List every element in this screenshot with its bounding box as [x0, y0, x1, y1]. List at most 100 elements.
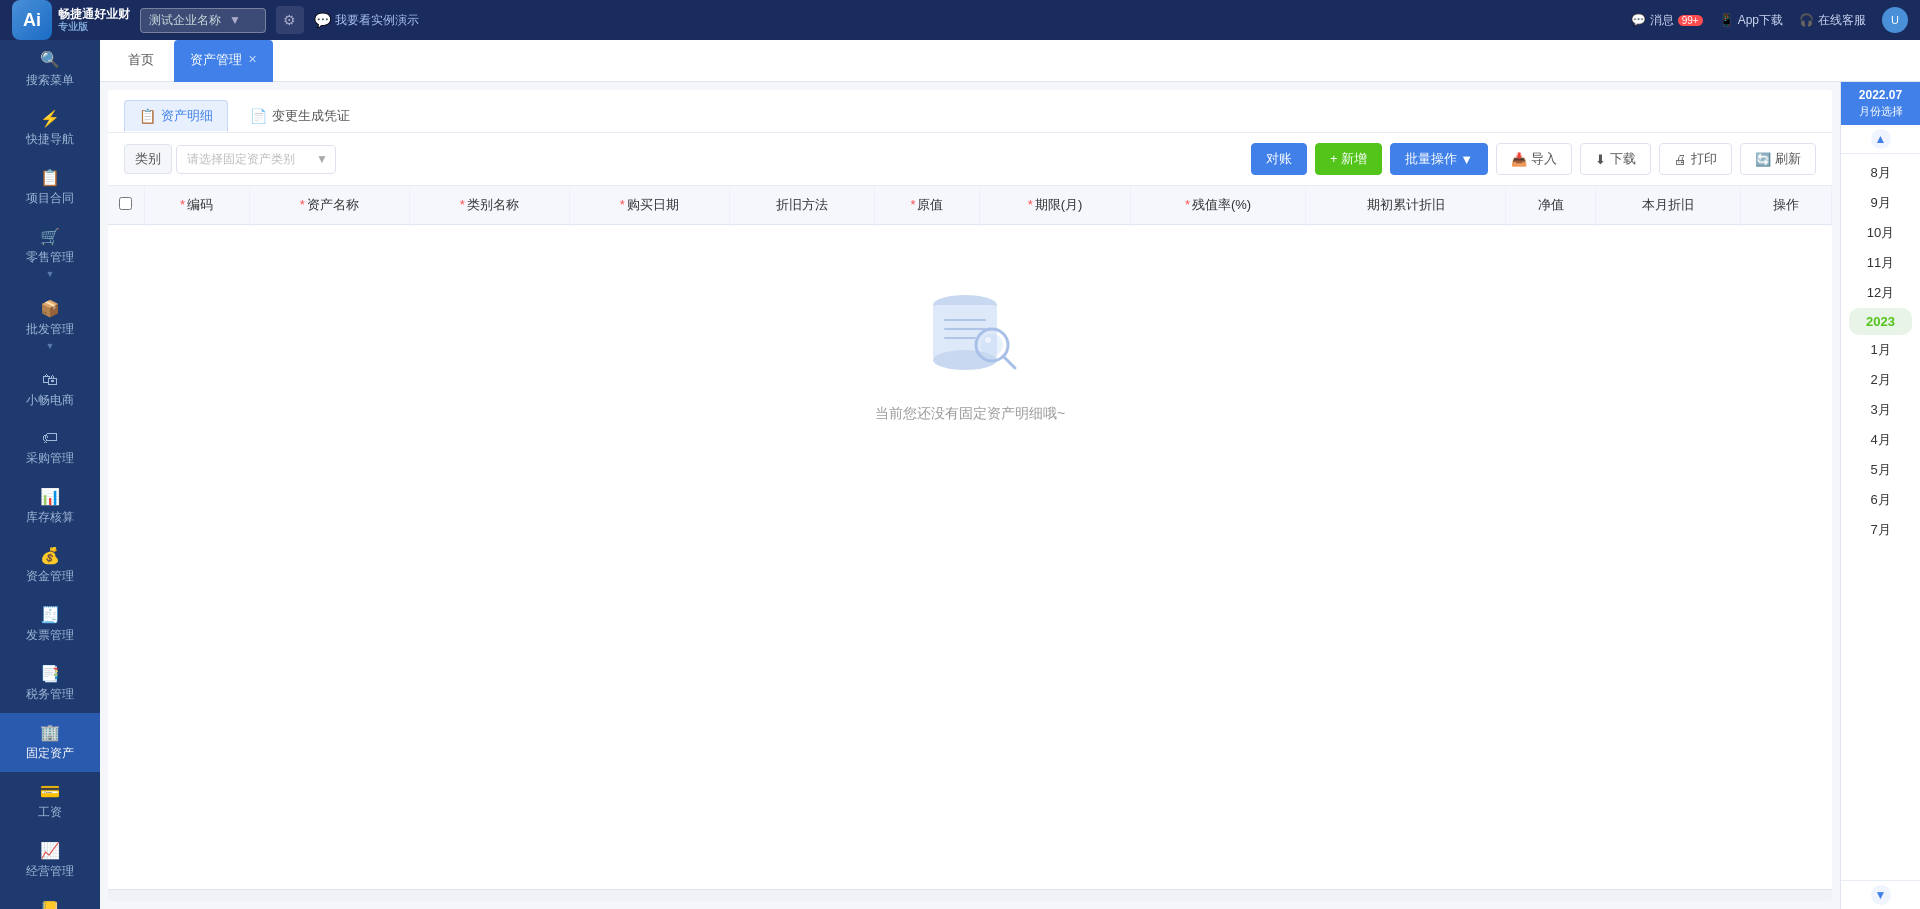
month-selector-header: 2022.07 月份选择 [1841, 82, 1920, 125]
app-download-btn[interactable]: 📱 App下载 [1719, 12, 1783, 29]
page-content: 📋 资产明细 📄 变更生成凭证 类别 请选择固定资产类别 [100, 82, 1920, 909]
quick-nav-icon: ⚡ [40, 109, 60, 128]
sub-tab-change-voucher[interactable]: 📄 变更生成凭证 [236, 101, 364, 131]
sidebar-item-inventory[interactable]: 📊 库存核算 [0, 477, 100, 536]
sidebar-label-payroll: 工资 [38, 804, 62, 821]
sidebar-item-ledger[interactable]: 📒 总账管理 [0, 890, 100, 909]
month-item[interactable]: 10月 [1841, 218, 1920, 248]
table-header-row: *编码 *资产名称 *类别名称 *购买日期 折旧方法 *原值 *期限(月) *残… [108, 186, 1832, 225]
inventory-icon: 📊 [40, 487, 60, 506]
import-button[interactable]: 📥 导入 [1496, 143, 1572, 175]
batch-ops-button[interactable]: 批量操作 ▼ [1390, 143, 1488, 175]
month-item[interactable]: 2月 [1841, 365, 1920, 395]
sidebar-label-wholesale: 批发管理 [26, 321, 74, 338]
col-depr-method: 折旧方法 [729, 186, 874, 225]
sidebar-item-ecommerce[interactable]: 🛍 小畅电商 [0, 361, 100, 419]
sidebar-item-project[interactable]: 📋 项目合同 [0, 158, 100, 217]
phone-icon: 📱 [1719, 13, 1734, 27]
sidebar: 🔍 搜索菜单 ⚡ 快捷导航 📋 项目合同 🛒 零售管理 ▼ 📦 批发管理 ▼ 🛍… [0, 40, 100, 909]
sidebar-item-tax[interactable]: 📑 税务管理 [0, 654, 100, 713]
online-service-btn[interactable]: 🎧 在线客服 [1799, 12, 1866, 29]
demo-link[interactable]: 💬 我要看实例演示 [314, 12, 419, 29]
add-button[interactable]: + 新增 [1315, 143, 1382, 175]
app-logo-icon: Ai [12, 0, 52, 40]
brand: Ai 畅捷通好业财 专业版 [12, 0, 130, 40]
sidebar-label-finance: 资金管理 [26, 568, 74, 585]
month-item[interactable]: 5月 [1841, 455, 1920, 485]
download-button[interactable]: ⬇ 下载 [1580, 143, 1651, 175]
company-selector[interactable]: 测试企业名称 ▼ [140, 8, 266, 33]
month-item[interactable]: 9月 [1841, 188, 1920, 218]
empty-state: 当前您还没有固定资产明细哦~ [108, 225, 1832, 483]
fixed-assets-icon: 🏢 [40, 723, 60, 742]
purchase-icon: 🏷 [42, 429, 58, 447]
month-item[interactable]: 11月 [1841, 248, 1920, 278]
tax-icon: 📑 [40, 664, 60, 683]
sidebar-item-finance[interactable]: 💰 资金管理 [0, 536, 100, 595]
col-accum-depr: 期初累计折旧 [1306, 186, 1506, 225]
company-name: 测试企业名称 [149, 12, 221, 29]
category-label: 类别 [124, 144, 172, 174]
wholesale-icon: 📦 [40, 299, 60, 318]
reconcile-button[interactable]: 对账 [1251, 143, 1307, 175]
table-header: *编码 *资产名称 *类别名称 *购买日期 折旧方法 *原值 *期限(月) *残… [108, 186, 1832, 225]
sidebar-label-invoice: 发票管理 [26, 627, 74, 644]
ecommerce-icon: 🛍 [42, 371, 58, 389]
tab-asset-mgmt[interactable]: 资产管理 ✕ [174, 40, 273, 82]
sidebar-label-retail: 零售管理 [26, 249, 74, 266]
print-icon: 🖨 [1674, 152, 1687, 167]
month-item[interactable]: 12月 [1841, 278, 1920, 308]
settings-icon[interactable]: ⚙ [276, 6, 304, 34]
project-icon: 📋 [40, 168, 60, 187]
sub-tab-asset-detail[interactable]: 📋 资产明细 [124, 100, 228, 132]
toolbar-right: 对账 + 新增 批量操作 ▼ 📥 导入 [1251, 143, 1816, 175]
tabs-bar: 首页 资产管理 ✕ [100, 40, 1920, 82]
category-input[interactable]: 请选择固定资产类别 [176, 145, 336, 174]
sidebar-label-search: 搜索菜单 [26, 72, 74, 89]
refresh-button[interactable]: 🔄 刷新 [1740, 143, 1816, 175]
tab-label-asset-mgmt: 资产管理 [190, 51, 242, 69]
retail-icon: 🛒 [40, 227, 60, 246]
empty-text: 当前您还没有固定资产明细哦~ [875, 405, 1065, 423]
sidebar-item-invoice[interactable]: 🧾 发票管理 [0, 595, 100, 654]
month-item[interactable]: 8月 [1841, 158, 1920, 188]
select-all-checkbox[interactable] [119, 197, 132, 210]
finance-icon: 💰 [40, 546, 60, 565]
sidebar-item-quick-nav[interactable]: ⚡ 快捷导航 [0, 99, 100, 158]
month-item[interactable]: 3月 [1841, 395, 1920, 425]
table-container[interactable]: *编码 *资产名称 *类别名称 *购买日期 折旧方法 *原值 *期限(月) *残… [108, 186, 1832, 889]
download-icon: ⬇ [1595, 152, 1606, 167]
month-item[interactable]: 6月 [1841, 485, 1920, 515]
sidebar-item-purchase[interactable]: 🏷 采购管理 [0, 419, 100, 477]
svg-point-7 [981, 334, 1003, 356]
month-selector-panel: 2022.07 月份选择 ▲ 8月9月10月11月12月20231月2月3月4月… [1840, 82, 1920, 909]
invoice-icon: 🧾 [40, 605, 60, 624]
tab-home[interactable]: 首页 [112, 40, 170, 82]
sidebar-item-payroll[interactable]: 💳 工资 [0, 772, 100, 831]
assets-table: *编码 *资产名称 *类别名称 *购买日期 折旧方法 *原值 *期限(月) *残… [108, 186, 1832, 225]
operations-icon: 📈 [40, 841, 60, 860]
sidebar-item-fixed-assets[interactable]: 🏢 固定资产 [0, 713, 100, 772]
col-net-value: 净值 [1505, 186, 1595, 225]
print-button[interactable]: 🖨 打印 [1659, 143, 1732, 175]
month-nav-down[interactable]: ▼ [1871, 885, 1891, 905]
sidebar-item-wholesale[interactable]: 📦 批发管理 ▼ [0, 289, 100, 361]
col-category: *类别名称 [409, 186, 569, 225]
sidebar-item-operations[interactable]: 📈 经营管理 [0, 831, 100, 890]
col-period: *期限(月) [980, 186, 1131, 225]
current-year-badge: 2023 [1849, 308, 1912, 335]
message-btn[interactable]: 💬 消息 99+ [1631, 12, 1703, 29]
month-item[interactable]: 4月 [1841, 425, 1920, 455]
sidebar-label-project: 项目合同 [26, 190, 74, 207]
tab-close-asset-mgmt[interactable]: ✕ [248, 53, 257, 66]
month-item[interactable]: 7月 [1841, 515, 1920, 545]
sidebar-label-operations: 经营管理 [26, 863, 74, 880]
month-item[interactable]: 1月 [1841, 335, 1920, 365]
bottom-scroll-bar[interactable] [108, 889, 1832, 901]
sidebar-item-search[interactable]: 🔍 搜索菜单 [0, 40, 100, 99]
sidebar-item-retail[interactable]: 🛒 零售管理 ▼ [0, 217, 100, 289]
empty-illustration [910, 285, 1030, 385]
month-nav-up[interactable]: ▲ [1871, 129, 1891, 149]
user-avatar[interactable]: U [1882, 7, 1908, 33]
sidebar-label-inventory: 库存核算 [26, 509, 74, 526]
